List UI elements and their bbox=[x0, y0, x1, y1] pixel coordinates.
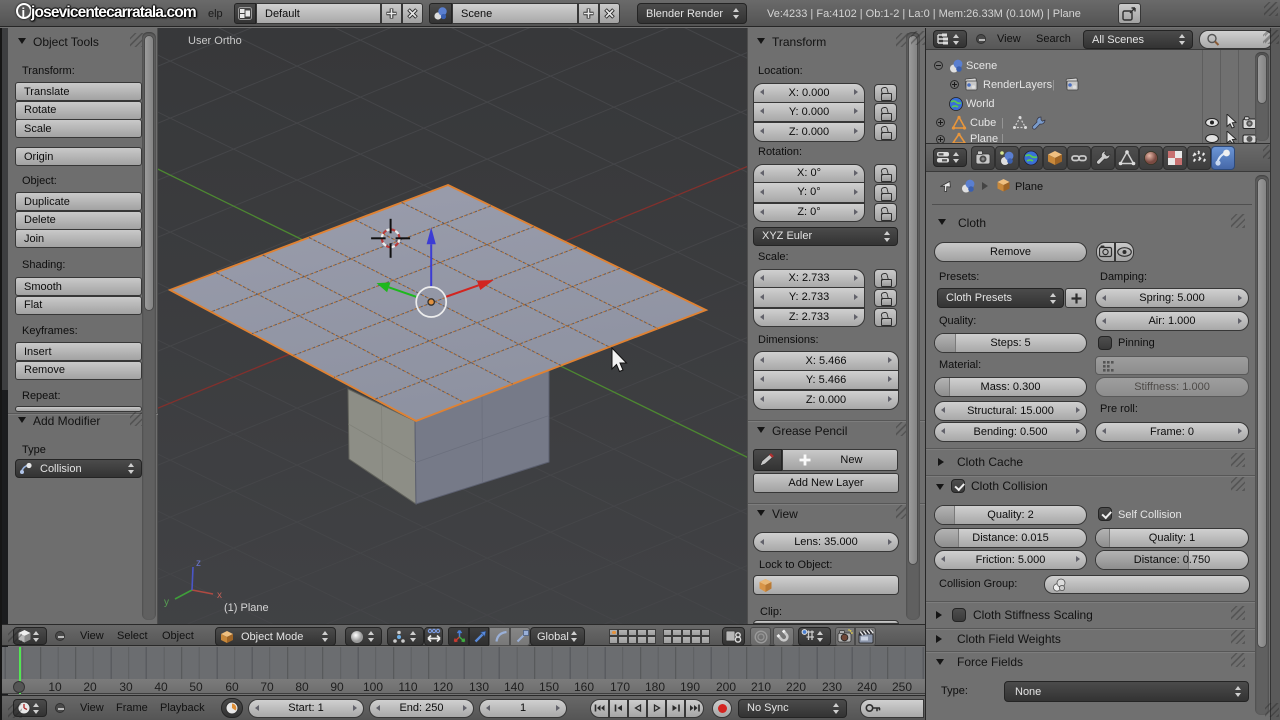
svg-text:z: z bbox=[196, 558, 201, 569]
svg-text:x: x bbox=[217, 590, 222, 601]
svg-text:y: y bbox=[164, 597, 169, 608]
